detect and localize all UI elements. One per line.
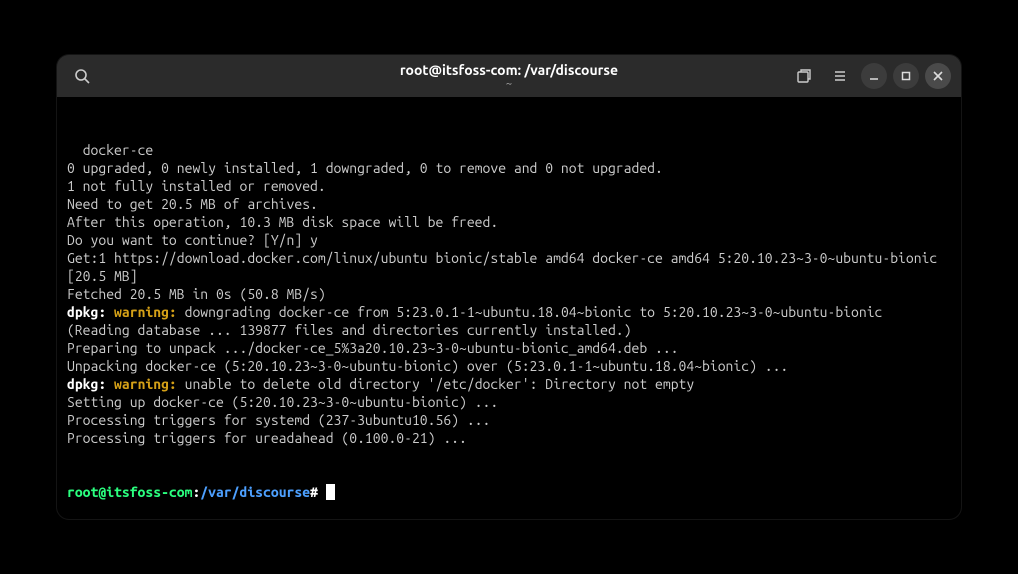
search-button[interactable] [67, 61, 97, 91]
minimize-icon [869, 71, 879, 81]
prompt-line: root@itsfoss-com:/var/discourse# [67, 483, 951, 501]
terminal-line: Setting up docker-ce (5:20.10.23~3-0~ubu… [67, 393, 951, 411]
new-tab-button[interactable] [789, 61, 819, 91]
terminal-line: docker-ce [67, 141, 951, 159]
terminal-line: dpkg: warning: downgrading docker-ce fro… [67, 303, 951, 321]
terminal-line: Do you want to continue? [Y/n] y [67, 231, 951, 249]
titlebar: root@itsfoss-com: /var/discourse ~ [57, 55, 961, 97]
hamburger-icon [832, 68, 848, 84]
terminal-line: After this operation, 10.3 MB disk space… [67, 213, 951, 231]
prompt-path: /var/discourse [200, 484, 310, 500]
window-title: root@itsfoss-com: /var/discourse [400, 62, 618, 78]
titlebar-left [67, 61, 97, 91]
titlebar-right [789, 61, 951, 91]
menu-button[interactable] [825, 61, 855, 91]
terminal-line: 0 upgraded, 0 newly installed, 1 downgra… [67, 159, 951, 177]
terminal-line: Fetched 20.5 MB in 0s (50.8 MB/s) [67, 285, 951, 303]
terminal-line: Unpacking docker-ce (5:20.10.23~3-0~ubun… [67, 357, 951, 375]
terminal-line: Processing triggers for ureadahead (0.10… [67, 429, 951, 447]
new-tab-icon [796, 68, 812, 84]
terminal-line: dpkg: warning: unable to delete old dire… [67, 375, 951, 393]
prompt-user-host: root@itsfoss-com [67, 484, 192, 500]
terminal-line: Preparing to unpack .../docker-ce_5%3a20… [67, 339, 951, 357]
terminal-window: root@itsfoss-com: /var/discourse ~ [57, 55, 961, 519]
terminal-line: Processing triggers for systemd (237-3ub… [67, 411, 951, 429]
terminal-line: Get:1 https://download.docker.com/linux/… [67, 249, 951, 285]
minimize-button[interactable] [861, 63, 887, 89]
search-icon [74, 68, 90, 84]
terminal-content[interactable]: docker-ce0 upgraded, 0 newly installed, … [57, 97, 961, 519]
terminal-output: docker-ce0 upgraded, 0 newly installed, … [67, 141, 951, 447]
terminal-line: Need to get 20.5 MB of archives. [67, 195, 951, 213]
terminal-line: 1 not fully installed or removed. [67, 177, 951, 195]
cursor [326, 484, 335, 500]
window-subtitle: ~ [506, 78, 512, 90]
maximize-icon [901, 71, 911, 81]
close-icon [933, 71, 943, 81]
terminal-line: (Reading database ... 139877 files and d… [67, 321, 951, 339]
close-button[interactable] [925, 63, 951, 89]
prompt-symbol: # [310, 484, 318, 500]
maximize-button[interactable] [893, 63, 919, 89]
